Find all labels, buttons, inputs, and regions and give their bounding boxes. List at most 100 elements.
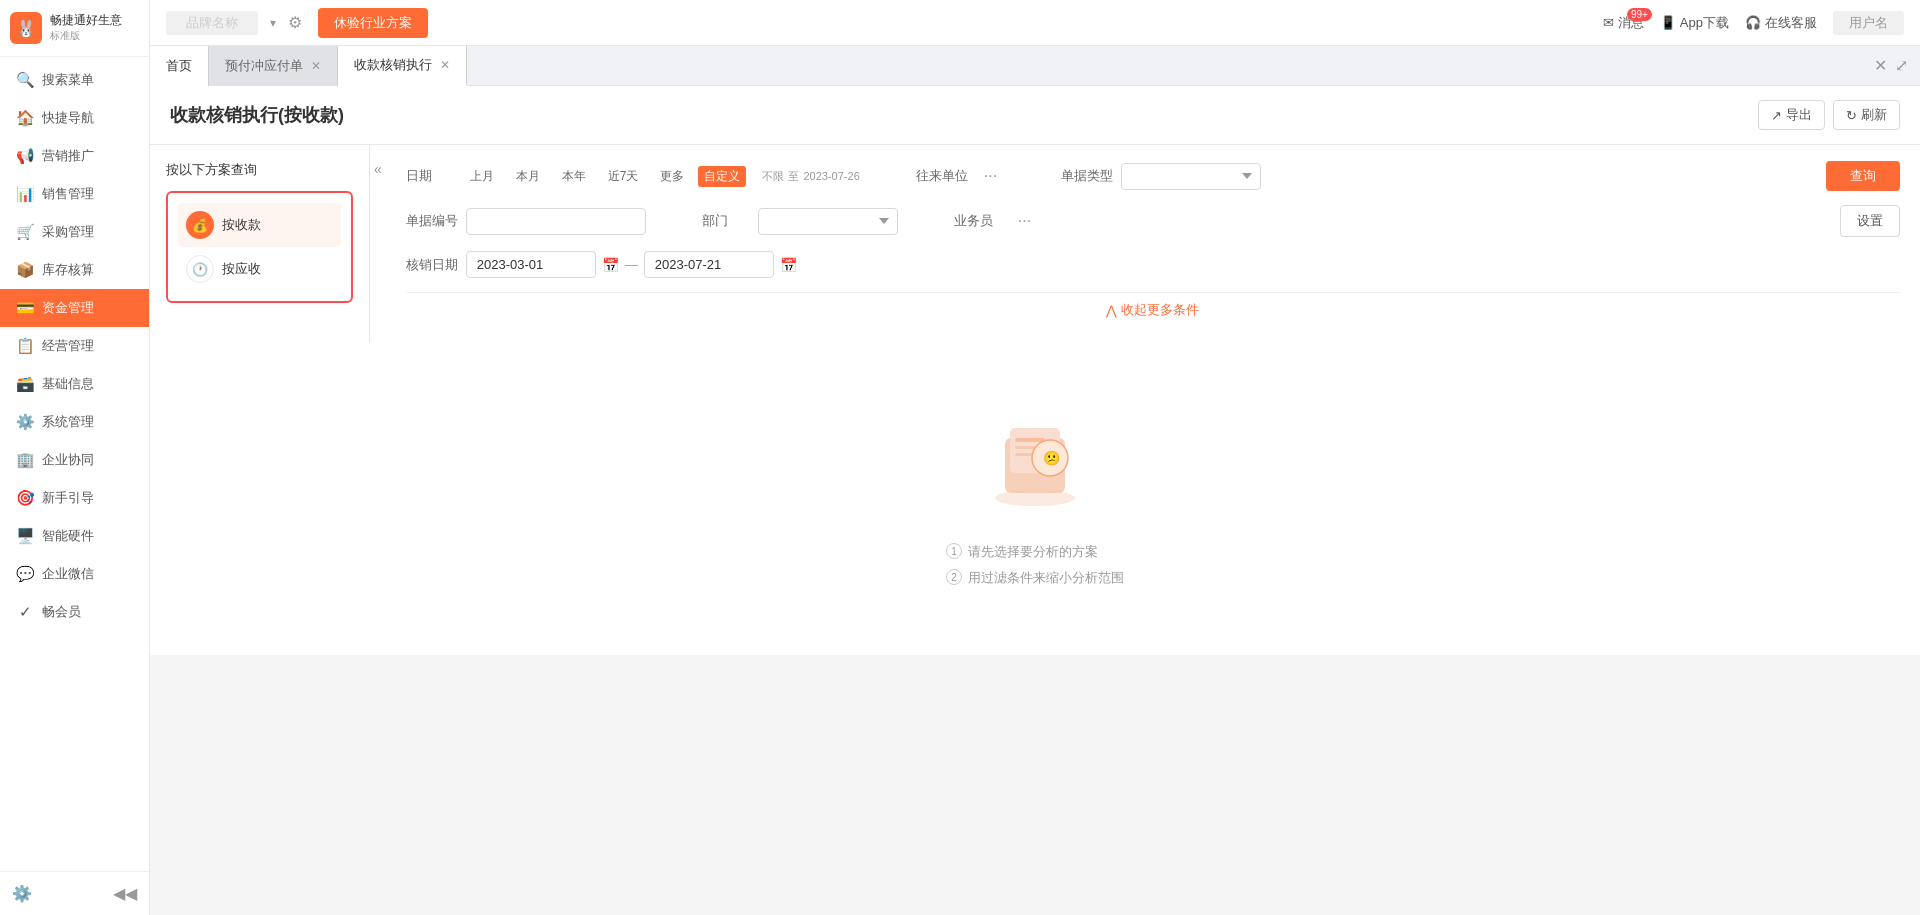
topbar-app-download[interactable]: 📱 App下载 <box>1660 14 1729 32</box>
sidebar-item-hardware[interactable]: 🖥️ 智能硬件 <box>0 517 149 555</box>
guide-icon: 🎯 <box>16 489 34 507</box>
date-label: 日期 <box>406 167 454 185</box>
filter-field-date: 日期 上月 本月 本年 近7天 更多 自定义 <box>406 165 747 188</box>
verify-date-end-calendar-icon[interactable]: 📅 <box>780 257 797 273</box>
service-icon: 🎧 <box>1745 15 1761 30</box>
tab-close-action-icon[interactable]: ✕ <box>1874 56 1887 75</box>
filter-setting-btn-container: 设置 <box>1840 205 1900 237</box>
verify-date-end-input[interactable] <box>644 251 774 278</box>
sidebar-item-purchase[interactable]: 🛒 采购管理 <box>0 213 149 251</box>
collapse-sidebar-icon[interactable]: ◀◀ <box>113 884 137 903</box>
sidebar-item-system[interactable]: ⚙️ 系统管理 <box>0 403 149 441</box>
filter-option-by-receipt[interactable]: 💰 按收款 <box>178 203 341 247</box>
message-icon: ✉ <box>1603 15 1614 30</box>
home-icon: 🏠 <box>16 109 34 127</box>
topbar: 品牌名称 ▾ ⚙ 休验行业方案 ✉ 消息 99+ 📱 App下载 🎧 在线客服 … <box>150 0 1920 46</box>
filter-option-by-receivable[interactable]: 🕐 按应收 <box>178 247 341 291</box>
filter-row-2: 单据编号 部门 业务员 ··· 设置 <box>406 205 1900 237</box>
doc-type-select[interactable] <box>1121 163 1261 190</box>
tab-home[interactable]: 首页 <box>150 46 209 86</box>
sidebar-label-system: 系统管理 <box>42 413 94 431</box>
filter-selector-title: 按以下方案查询 <box>166 161 353 179</box>
sidebar-nav: 🔍 搜索菜单 🏠 快捷导航 📢 营销推广 📊 销售管理 🛒 采购管理 📦 库存核… <box>0 57 149 871</box>
tip-num-2: 2 <box>946 569 962 585</box>
sidebar-item-operations[interactable]: 📋 经营管理 <box>0 327 149 365</box>
date-to-label: 至 <box>788 169 799 184</box>
sidebar-item-marketing[interactable]: 📢 营销推广 <box>0 137 149 175</box>
sidebar-item-wechat[interactable]: 💬 企业微信 <box>0 555 149 593</box>
topbar-brand: 品牌名称 <box>166 11 258 35</box>
date-btn-last-month[interactable]: 上月 <box>462 165 502 188</box>
logo-text: 畅捷通好生意 <box>50 13 122 29</box>
verify-date-start-input[interactable] <box>466 251 596 278</box>
date-btn-7days[interactable]: 近7天 <box>600 165 647 188</box>
sidebar-label-purchase: 采购管理 <box>42 223 94 241</box>
sidebar-item-member[interactable]: ✓ 畅会员 <box>0 593 149 631</box>
svg-text:😕: 😕 <box>1043 450 1061 467</box>
tab-receipt-verify-close-icon[interactable]: ✕ <box>440 58 450 72</box>
doc-no-input[interactable] <box>466 208 646 235</box>
by-receipt-label: 按收款 <box>222 216 261 234</box>
marketing-icon: 📢 <box>16 147 34 165</box>
verify-date-separator: — <box>625 257 638 272</box>
refresh-button[interactable]: ↻ 刷新 <box>1833 100 1900 130</box>
refresh-icon: ↻ <box>1846 108 1857 123</box>
filter-row-1: 日期 上月 本月 本年 近7天 更多 自定义 不限 至 2023 <box>406 161 1900 191</box>
tab-expand-icon[interactable]: ⤢ <box>1895 56 1908 75</box>
sidebar-item-basic-info[interactable]: 🗃️ 基础信息 <box>0 365 149 403</box>
industry-solution-button[interactable]: 休验行业方案 <box>318 8 428 38</box>
staff-label: 业务员 <box>954 212 1002 230</box>
collapse-arrow-icon[interactable]: « <box>374 161 382 177</box>
topbar-dropdown-icon[interactable]: ▾ <box>270 16 276 30</box>
sidebar-item-search-menu[interactable]: 🔍 搜索菜单 <box>0 61 149 99</box>
tab-actions: ✕ ⤢ <box>1874 56 1920 75</box>
tab-prepay-label: 预付冲应付单 <box>225 57 303 75</box>
topbar-user[interactable]: 用户名 <box>1833 11 1904 35</box>
collapse-more-bar[interactable]: ⋀ 收起更多条件 <box>406 292 1900 327</box>
topbar-online-service[interactable]: 🎧 在线客服 <box>1745 14 1817 32</box>
tab-prepay[interactable]: 预付冲应付单 ✕ <box>209 46 338 86</box>
date-btn-this-month[interactable]: 本月 <box>508 165 548 188</box>
message-badge: 99+ <box>1627 8 1652 21</box>
tab-prepay-close-icon[interactable]: ✕ <box>311 59 321 73</box>
export-button[interactable]: ↗ 导出 <box>1758 100 1825 130</box>
by-receivable-label: 按应收 <box>222 260 261 278</box>
date-btn-custom[interactable]: 自定义 <box>698 166 746 187</box>
empty-tip-1: 1 请先选择要分析的方案 <box>946 543 1124 561</box>
filter-query-btn-container: 查询 <box>1826 161 1900 191</box>
sidebar-item-inventory[interactable]: 📦 库存核算 <box>0 251 149 289</box>
page-actions: ↗ 导出 ↻ 刷新 <box>1758 100 1900 144</box>
date-btn-this-year[interactable]: 本年 <box>554 165 594 188</box>
topbar-message[interactable]: ✉ 消息 99+ <box>1603 14 1644 32</box>
filter-collapse-arrow[interactable]: « <box>370 145 386 343</box>
sidebar-item-sales[interactable]: 📊 销售管理 <box>0 175 149 213</box>
sidebar-item-quick-nav[interactable]: 🏠 快捷导航 <box>0 99 149 137</box>
topbar-gear-icon[interactable]: ⚙ <box>288 13 302 32</box>
partner-label: 往来单位 <box>916 167 968 185</box>
settings-bottom-icon[interactable]: ⚙️ <box>12 884 32 903</box>
inventory-icon: 📦 <box>16 261 34 279</box>
collapse-more-label: 收起更多条件 <box>1121 301 1199 319</box>
sidebar-label-quick-nav: 快捷导航 <box>42 109 94 127</box>
sidebar-item-enterprise[interactable]: 🏢 企业协同 <box>0 441 149 479</box>
setting-button[interactable]: 设置 <box>1840 205 1900 237</box>
filter-field-staff: 业务员 ··· <box>954 212 1039 230</box>
dept-select[interactable] <box>758 208 898 235</box>
staff-dots-icon[interactable]: ··· <box>1010 212 1039 230</box>
tab-home-label: 首页 <box>166 57 192 75</box>
sidebar-label-member: 畅会员 <box>42 603 81 621</box>
sidebar: 🐰 畅捷通好生意 标准版 🔍 搜索菜单 🏠 快捷导航 📢 营销推广 📊 销售管理… <box>0 0 150 915</box>
sidebar-item-guide[interactable]: 🎯 新手引导 <box>0 479 149 517</box>
enterprise-icon: 🏢 <box>16 451 34 469</box>
verify-date-start-calendar-icon[interactable]: 📅 <box>602 257 619 273</box>
sidebar-item-capital[interactable]: 💳 资金管理 <box>0 289 149 327</box>
sidebar-label-guide: 新手引导 <box>42 489 94 507</box>
page-title: 收款核销执行(按收款) <box>170 103 344 141</box>
query-button[interactable]: 查询 <box>1826 161 1900 191</box>
partner-dots-icon[interactable]: ··· <box>976 167 1005 185</box>
tab-receipt-verify[interactable]: 收款核销执行 ✕ <box>338 46 467 86</box>
filter-field-doc-type: 单据类型 <box>1061 163 1261 190</box>
verify-date-range: 📅 — 📅 <box>466 251 797 278</box>
date-btn-more[interactable]: 更多 <box>652 165 692 188</box>
sidebar-label-search-menu: 搜索菜单 <box>42 71 94 89</box>
